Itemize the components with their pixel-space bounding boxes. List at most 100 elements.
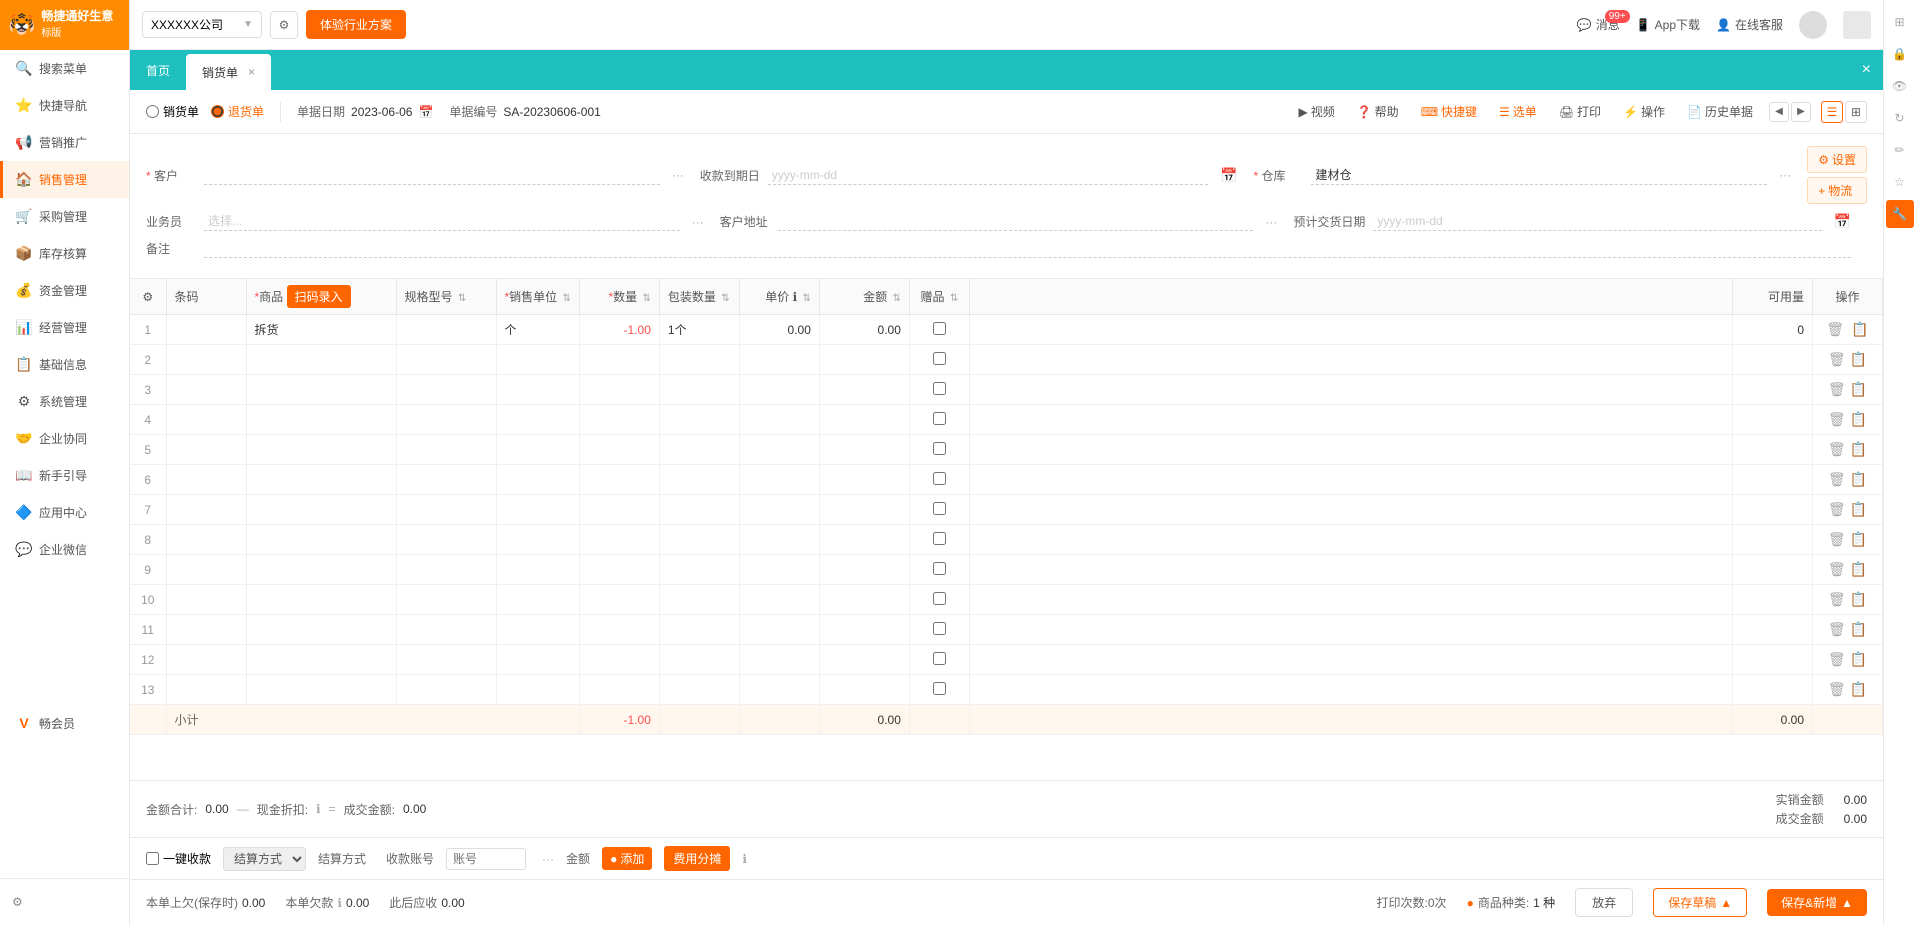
row-note[interactable]: [969, 525, 1732, 555]
row-product[interactable]: [246, 495, 396, 525]
row-qty[interactable]: [579, 465, 659, 495]
row-product[interactable]: [246, 585, 396, 615]
sidebar-item-purchase[interactable]: 🛒 采购管理: [0, 198, 129, 235]
customer-input[interactable]: [204, 166, 660, 185]
row-spec[interactable]: [396, 315, 496, 345]
expected-date-input[interactable]: [1373, 212, 1821, 231]
copy-row-btn[interactable]: 📋: [1850, 531, 1867, 547]
row-barcode[interactable]: [166, 315, 246, 345]
row-gift-checkbox[interactable]: [933, 322, 946, 335]
row-gift-checkbox[interactable]: [933, 532, 946, 545]
copy-row-btn[interactable]: 📋: [1850, 651, 1867, 667]
help-btn[interactable]: ❓ 帮助: [1351, 100, 1405, 123]
payment-method-select[interactable]: 结算方式: [223, 847, 306, 871]
row-amount[interactable]: [819, 345, 909, 375]
sidebar-item-apps[interactable]: 🔷 应用中心: [0, 494, 129, 531]
sidebar-item-search[interactable]: 🔍 搜索菜单: [0, 50, 129, 87]
row-spec[interactable]: [396, 405, 496, 435]
row-spec[interactable]: [396, 495, 496, 525]
row-spec[interactable]: [396, 645, 496, 675]
date-cal-icon[interactable]: 📅: [418, 105, 433, 119]
row-product[interactable]: 拆货: [246, 315, 396, 345]
row-note[interactable]: [969, 645, 1732, 675]
row-gift[interactable]: [909, 615, 969, 645]
save-draft-btn[interactable]: 保存草稿 ▲: [1653, 888, 1747, 917]
row-gift-checkbox[interactable]: [933, 622, 946, 635]
one-click-payment-check[interactable]: 一键收款: [146, 850, 211, 867]
account-input[interactable]: [446, 848, 526, 870]
warehouse-more-icon[interactable]: ···: [1779, 168, 1791, 182]
row-pkg[interactable]: [659, 345, 739, 375]
account-more-icon[interactable]: ···: [542, 852, 554, 866]
panel-refresh-btn[interactable]: ↻: [1886, 104, 1914, 132]
salesperson-input[interactable]: [204, 212, 680, 231]
copy-row-btn[interactable]: 📋: [1850, 621, 1867, 637]
row-pkg[interactable]: [659, 525, 739, 555]
row-gift[interactable]: [909, 495, 969, 525]
delete-row-btn[interactable]: 🗑: [1828, 591, 1846, 607]
panel-eye-btn[interactable]: 👁: [1886, 72, 1914, 100]
delete-row-btn[interactable]: 🗑: [1828, 501, 1846, 517]
sidebar-item-member[interactable]: V 畅会员: [0, 705, 129, 742]
row-gift-checkbox[interactable]: [933, 442, 946, 455]
row-note[interactable]: [969, 585, 1732, 615]
fee-split-btn[interactable]: 费用分摊: [664, 846, 730, 871]
row-note[interactable]: [969, 495, 1732, 525]
next-arrow[interactable]: ▶: [1791, 102, 1811, 122]
row-gift-checkbox[interactable]: [933, 472, 946, 485]
row-gift-checkbox[interactable]: [933, 592, 946, 605]
col-settings-icon[interactable]: ⚙: [142, 290, 153, 304]
shortcut-btn[interactable]: ⌨ 快捷键: [1415, 100, 1483, 123]
logistics-btn[interactable]: + 物流: [1807, 177, 1867, 204]
row-barcode[interactable]: [166, 615, 246, 645]
copy-row-btn[interactable]: 📋: [1850, 471, 1867, 487]
salesperson-more-icon[interactable]: ···: [692, 215, 704, 229]
row-amount[interactable]: [819, 435, 909, 465]
row-qty[interactable]: [579, 555, 659, 585]
row-spec[interactable]: [396, 585, 496, 615]
row-barcode[interactable]: [166, 555, 246, 585]
row-price[interactable]: [739, 675, 819, 705]
row-barcode[interactable]: [166, 435, 246, 465]
copy-row-btn[interactable]: 📋: [1850, 501, 1867, 517]
row-note[interactable]: [969, 405, 1732, 435]
row-note[interactable]: [969, 465, 1732, 495]
panel-star-btn[interactable]: ☆: [1886, 168, 1914, 196]
row-pkg[interactable]: [659, 435, 739, 465]
tab-bar-close-icon[interactable]: ×: [1862, 61, 1871, 79]
history-btn[interactable]: 📄 历史单据: [1681, 100, 1759, 123]
delete-row-btn[interactable]: 🗑: [1828, 411, 1846, 427]
delete-row-btn[interactable]: 🗑: [1828, 531, 1846, 547]
row-qty[interactable]: [579, 495, 659, 525]
row-amount[interactable]: [819, 525, 909, 555]
row-barcode[interactable]: [166, 645, 246, 675]
row-amount[interactable]: [819, 585, 909, 615]
row-barcode[interactable]: [166, 585, 246, 615]
delete-row-btn[interactable]: 🗑: [1828, 681, 1846, 697]
row-amount[interactable]: [819, 615, 909, 645]
tab-sales-order[interactable]: 销货单 ×: [186, 54, 271, 90]
sidebar-item-guide[interactable]: 📖 新手引导: [0, 457, 129, 494]
row-amount[interactable]: [819, 495, 909, 525]
copy-row-btn[interactable]: 📋: [1850, 591, 1867, 607]
row-gift[interactable]: [909, 555, 969, 585]
row-unit[interactable]: [496, 375, 579, 405]
row-gift[interactable]: [909, 345, 969, 375]
row-product[interactable]: [246, 645, 396, 675]
customer-addr-input[interactable]: [778, 212, 1254, 231]
customer-more-icon[interactable]: ···: [672, 168, 684, 182]
row-pkg[interactable]: [659, 375, 739, 405]
row-spec[interactable]: [396, 555, 496, 585]
row-gift[interactable]: [909, 375, 969, 405]
sidebar-item-basic[interactable]: 📋 基础信息: [0, 346, 129, 383]
row-note[interactable]: [969, 315, 1732, 345]
print-btn[interactable]: 🖨 打印: [1553, 100, 1607, 123]
trial-button[interactable]: 体验行业方案: [306, 10, 406, 39]
app-download-button[interactable]: 📱 App下载: [1636, 16, 1700, 33]
row-barcode[interactable]: [166, 405, 246, 435]
row-note[interactable]: [969, 345, 1732, 375]
row-price[interactable]: [739, 555, 819, 585]
prev-arrow[interactable]: ◀: [1769, 102, 1789, 122]
sidebar-item-enterprise[interactable]: 🤝 企业协同: [0, 420, 129, 457]
message-button[interactable]: 💬 消息 99+: [1577, 16, 1620, 33]
